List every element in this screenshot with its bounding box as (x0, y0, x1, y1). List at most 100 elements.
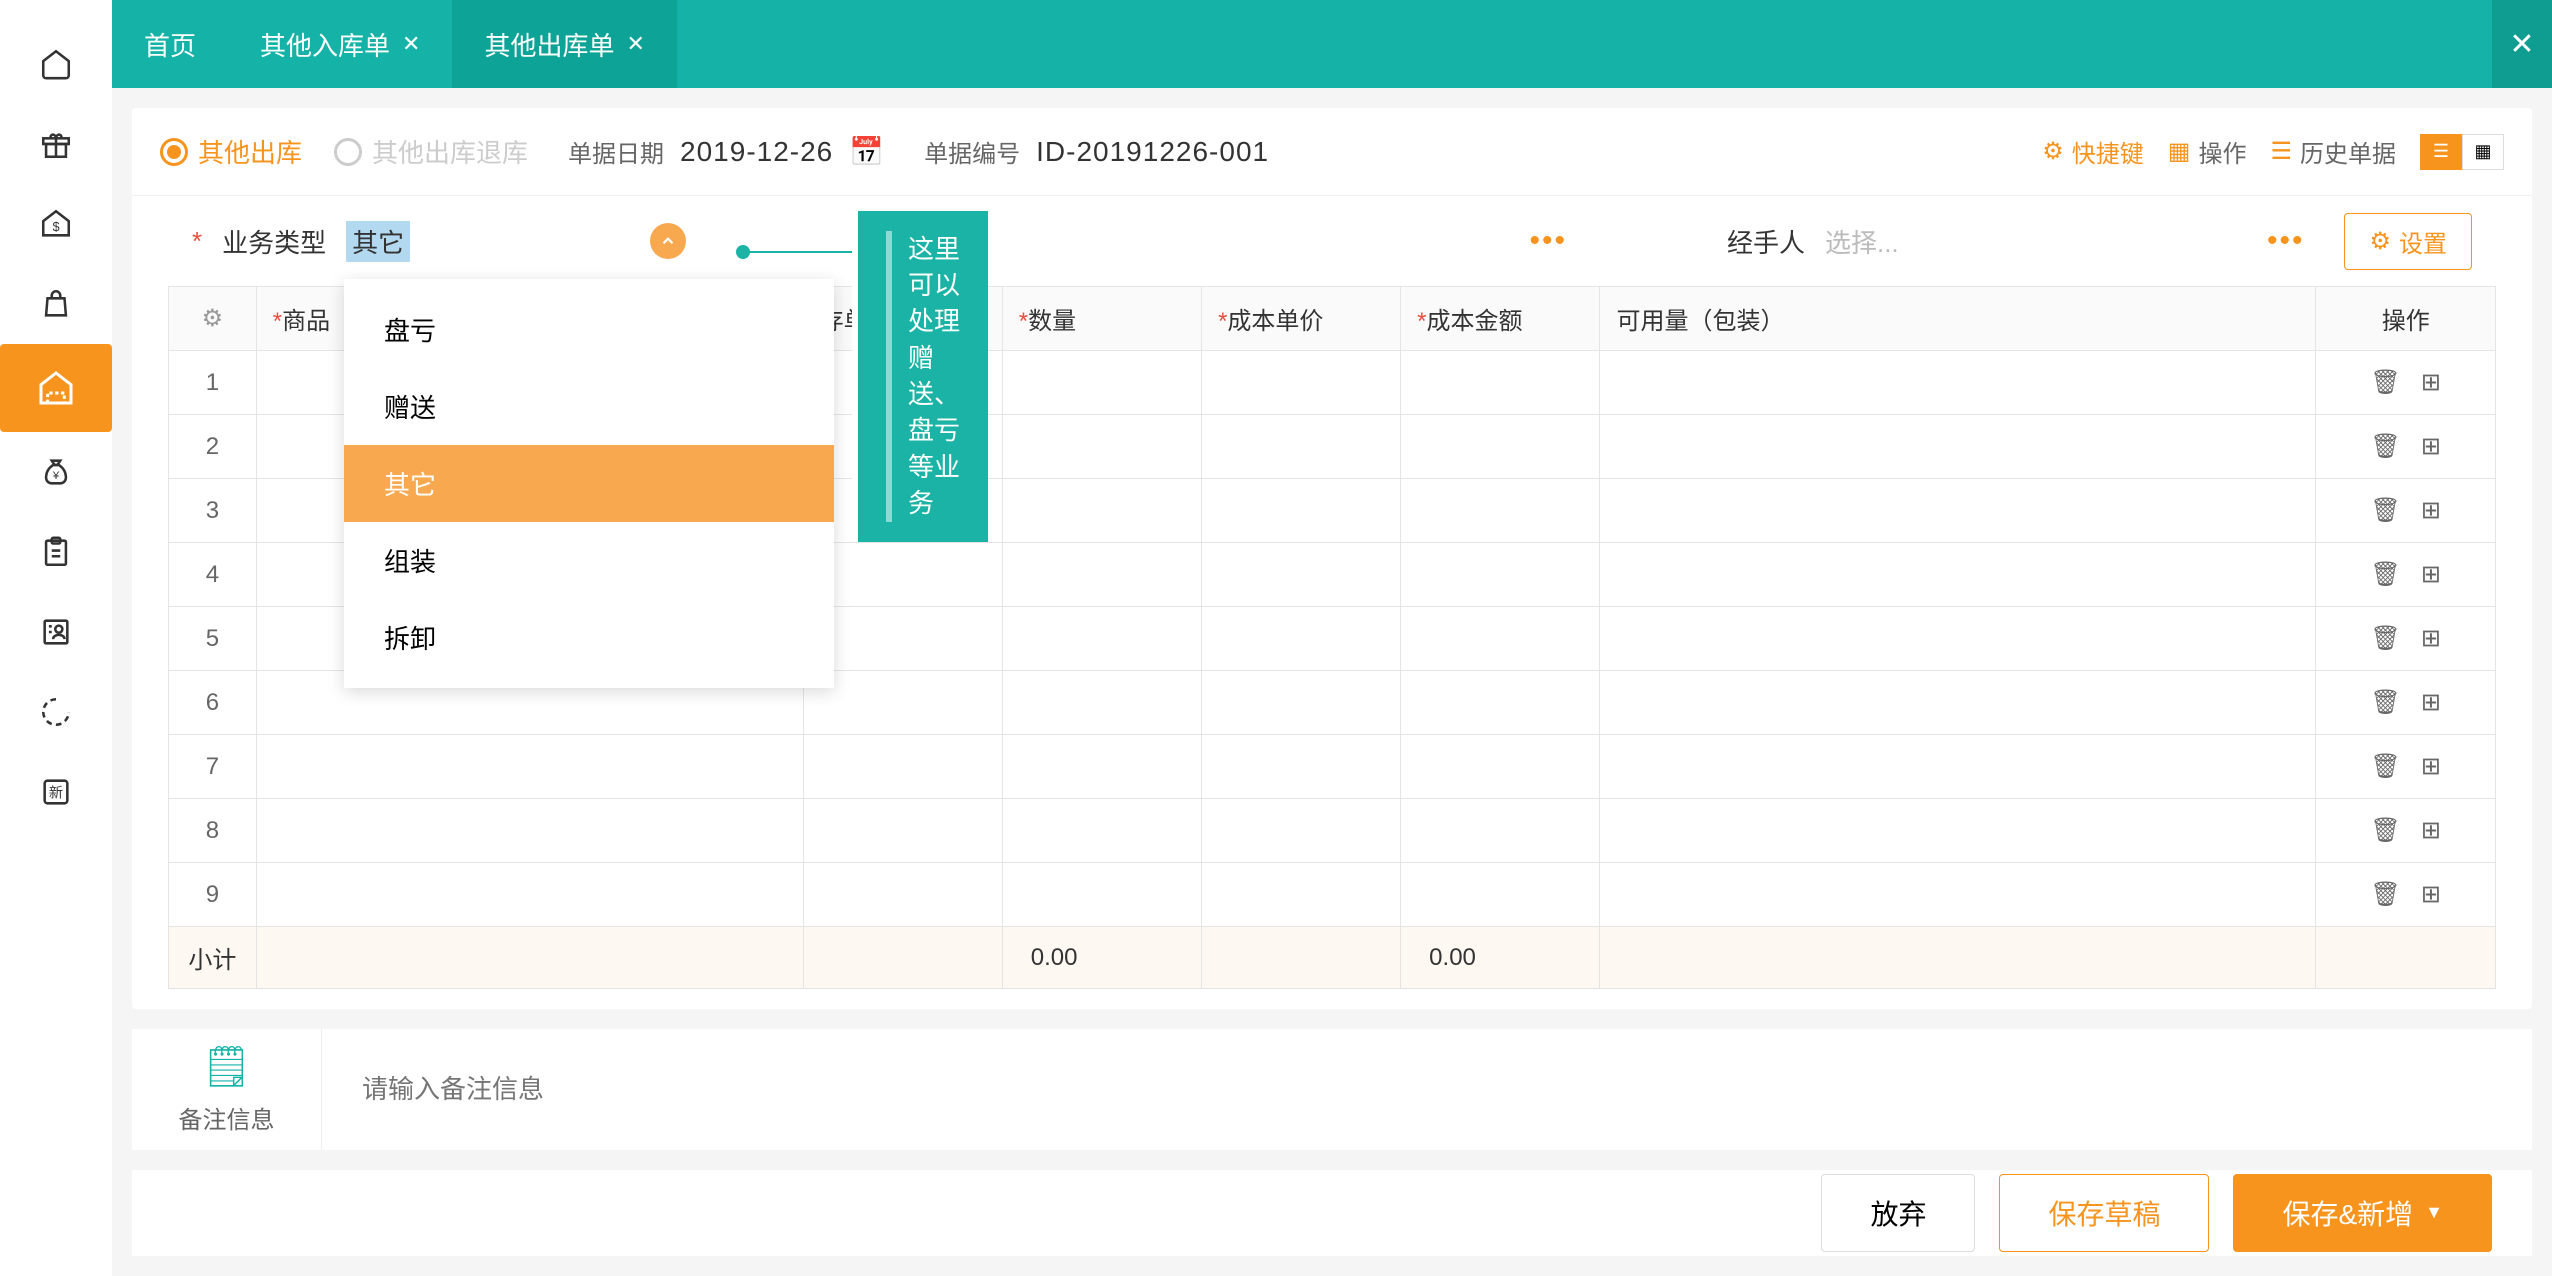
grid-icon: ▦ (2168, 137, 2191, 166)
dropdown-option[interactable]: 拆卸 (344, 599, 834, 676)
discard-button[interactable]: 放弃 (1821, 1174, 1975, 1252)
add-row-icon[interactable]: ⊞ (2421, 752, 2441, 781)
delete-icon[interactable]: 🗑 (2370, 624, 2400, 653)
form-row: * 业务类型 其它 盘亏 赠送 其它 组装 拆卸 这里可以处理赠送 (132, 196, 2532, 286)
col-gear-header[interactable]: ⚙ (169, 287, 257, 351)
handler-input[interactable]: 选择... (1825, 223, 1899, 260)
close-all-icon[interactable]: ✕ (2492, 0, 2552, 88)
dropdown-option[interactable]: 其它 (344, 445, 834, 522)
row-index: 2 (169, 415, 257, 479)
remarks-label-col: 🗒 备注信息 (132, 1029, 322, 1150)
nav-home-icon[interactable] (36, 44, 76, 84)
nav-gift-icon[interactable] (36, 124, 76, 164)
close-icon[interactable]: ✕ (626, 31, 644, 57)
delete-icon[interactable]: 🗑 (2370, 752, 2400, 781)
handler-label: 经手人 (1727, 223, 1805, 260)
calendar-icon[interactable]: 📅 (849, 135, 884, 168)
chevron-up-icon[interactable] (650, 223, 686, 259)
view-list-button[interactable]: ☰ (2420, 134, 2462, 170)
left-nav: $ ¥ 新 (0, 0, 112, 1276)
content: 其他出库 其他出库退库 单据日期 2019-12-26 📅 单据编号 ID-20… (112, 88, 2552, 1276)
add-row-icon[interactable]: ⊞ (2421, 368, 2441, 397)
table-row[interactable]: 8 🗑 ⊞ (169, 799, 2496, 863)
nav-clipboard-icon[interactable] (36, 532, 76, 572)
doc-date-field: 单据日期 2019-12-26 📅 (568, 134, 884, 169)
tab-home-label: 首页 (144, 26, 196, 63)
tab-other-in[interactable]: 其他入库单✕ (228, 0, 452, 88)
biz-type-input[interactable]: 其它 (346, 221, 410, 262)
tooltip-text: 这里可以处理赠送、盘亏等业务 (886, 231, 960, 522)
table-row[interactable]: 7🗑⊞ (169, 735, 2496, 799)
tab-other-out-label: 其他出库单 (484, 26, 614, 63)
add-row-icon[interactable]: ⊞ (2421, 688, 2441, 717)
delete-icon[interactable]: 🗑 (2370, 560, 2400, 589)
more-icon[interactable]: ••• (2267, 224, 2305, 258)
nav-warehouse-icon[interactable] (0, 344, 112, 432)
delete-icon[interactable]: 🗑 (2370, 496, 2400, 525)
tooltip: 这里可以处理赠送、盘亏等业务 (852, 211, 988, 542)
add-row-icon[interactable]: ⊞ (2421, 624, 2441, 653)
nav-contacts-icon[interactable] (36, 612, 76, 652)
notepad-icon: 🗒 (201, 1043, 252, 1090)
delete-icon[interactable]: 🗑 (2370, 368, 2400, 397)
nav-bag-icon[interactable] (36, 284, 76, 324)
dropdown-option[interactable]: 组装 (344, 522, 834, 599)
radio-outbound[interactable]: 其他出库 (160, 133, 302, 170)
doc-no-field: 单据编号 ID-20191226-001 (924, 134, 1269, 169)
nav-money-bag-icon[interactable]: ¥ (36, 452, 76, 492)
gear-icon: ⚙ (2042, 137, 2064, 166)
caret-down-icon: ▼ (2425, 1202, 2443, 1223)
list-icon: ☰ (2270, 137, 2292, 166)
view-grid-button[interactable]: ▦ (2462, 134, 2504, 170)
radio-outbound-return[interactable]: 其他出库退库 (334, 133, 528, 170)
col-ops-header: 操作 (2316, 287, 2496, 351)
delete-icon[interactable]: 🗑 (2370, 816, 2400, 845)
add-row-icon[interactable]: ⊞ (2421, 496, 2441, 525)
header-actions: ⚙快捷键 ▦操作 ☰ 历史单据 ☰ ▦ (2042, 134, 2504, 170)
remarks-card: 🗒 备注信息 (132, 1029, 2532, 1150)
doc-type-radio-group: 其他出库 其他出库退库 (160, 133, 528, 170)
row-index: 5 (169, 607, 257, 671)
operation-link[interactable]: ▦操作 (2168, 134, 2247, 169)
shortcut-link[interactable]: ⚙快捷键 (2042, 134, 2144, 169)
main-area: 首页 其他入库单✕ 其他出库单 ✕ ✕ 其他出库 其他出库退库 单据日期 2019… (112, 0, 2552, 1276)
save-draft-button[interactable]: 保存草稿 (1999, 1174, 2209, 1252)
doc-date-label: 单据日期 (568, 134, 664, 169)
radio-icon (334, 138, 362, 166)
row-index: 4 (169, 543, 257, 607)
row-index: 8 (169, 799, 257, 863)
nav-new-icon[interactable]: 新 (36, 772, 76, 812)
tab-other-out[interactable]: 其他出库单 ✕ (452, 0, 676, 88)
dropdown-option[interactable]: 赠送 (344, 368, 834, 445)
radio-outbound-return-label: 其他出库退库 (372, 133, 528, 170)
nav-loading-icon[interactable] (36, 692, 76, 732)
remarks-input[interactable] (322, 1029, 2532, 1150)
dropdown-option[interactable]: 盘亏 (344, 291, 834, 368)
add-row-icon[interactable]: ⊞ (2421, 560, 2441, 589)
doc-date-value[interactable]: 2019-12-26 (680, 136, 833, 168)
row-index: 9 (169, 863, 257, 927)
save-new-button[interactable]: 保存&新增 ▼ (2233, 1174, 2492, 1252)
handler-field: 经手人 选择... (1727, 223, 2267, 260)
subtotal-row: 小计 0.00 0.00 (169, 927, 2496, 989)
table-row[interactable]: 9 🗑 ⊞ (169, 863, 2496, 927)
add-row-icon[interactable]: ⊞ (2421, 880, 2441, 909)
footer-bar: 放弃 保存草稿 保存&新增 ▼ (132, 1170, 2532, 1256)
add-row-icon[interactable]: ⊞ (2421, 432, 2441, 461)
delete-icon[interactable]: 🗑 (2370, 432, 2400, 461)
top-tab-bar: 首页 其他入库单✕ 其他出库单 ✕ ✕ (112, 0, 2552, 88)
save-new-label: 保存&新增 (2282, 1193, 2413, 1233)
gear-icon: ⚙ (2369, 227, 2391, 256)
delete-icon[interactable]: 🗑 (2370, 880, 2400, 909)
history-link[interactable]: ☰ 历史单据 (2270, 134, 2396, 169)
subtotal-amount: 0.00 (1401, 927, 1600, 989)
delete-icon[interactable]: 🗑 (2370, 688, 2400, 717)
settings-button[interactable]: ⚙设置 (2344, 213, 2472, 270)
history-label: 历史单据 (2300, 134, 2396, 169)
tab-home[interactable]: 首页 (112, 0, 228, 88)
more-icon[interactable]: ••• (1529, 224, 1567, 258)
close-icon[interactable]: ✕ (402, 31, 420, 57)
nav-house-dollar-icon[interactable]: $ (36, 204, 76, 244)
add-row-icon[interactable]: ⊞ (2421, 816, 2441, 845)
row-index: 3 (169, 479, 257, 543)
